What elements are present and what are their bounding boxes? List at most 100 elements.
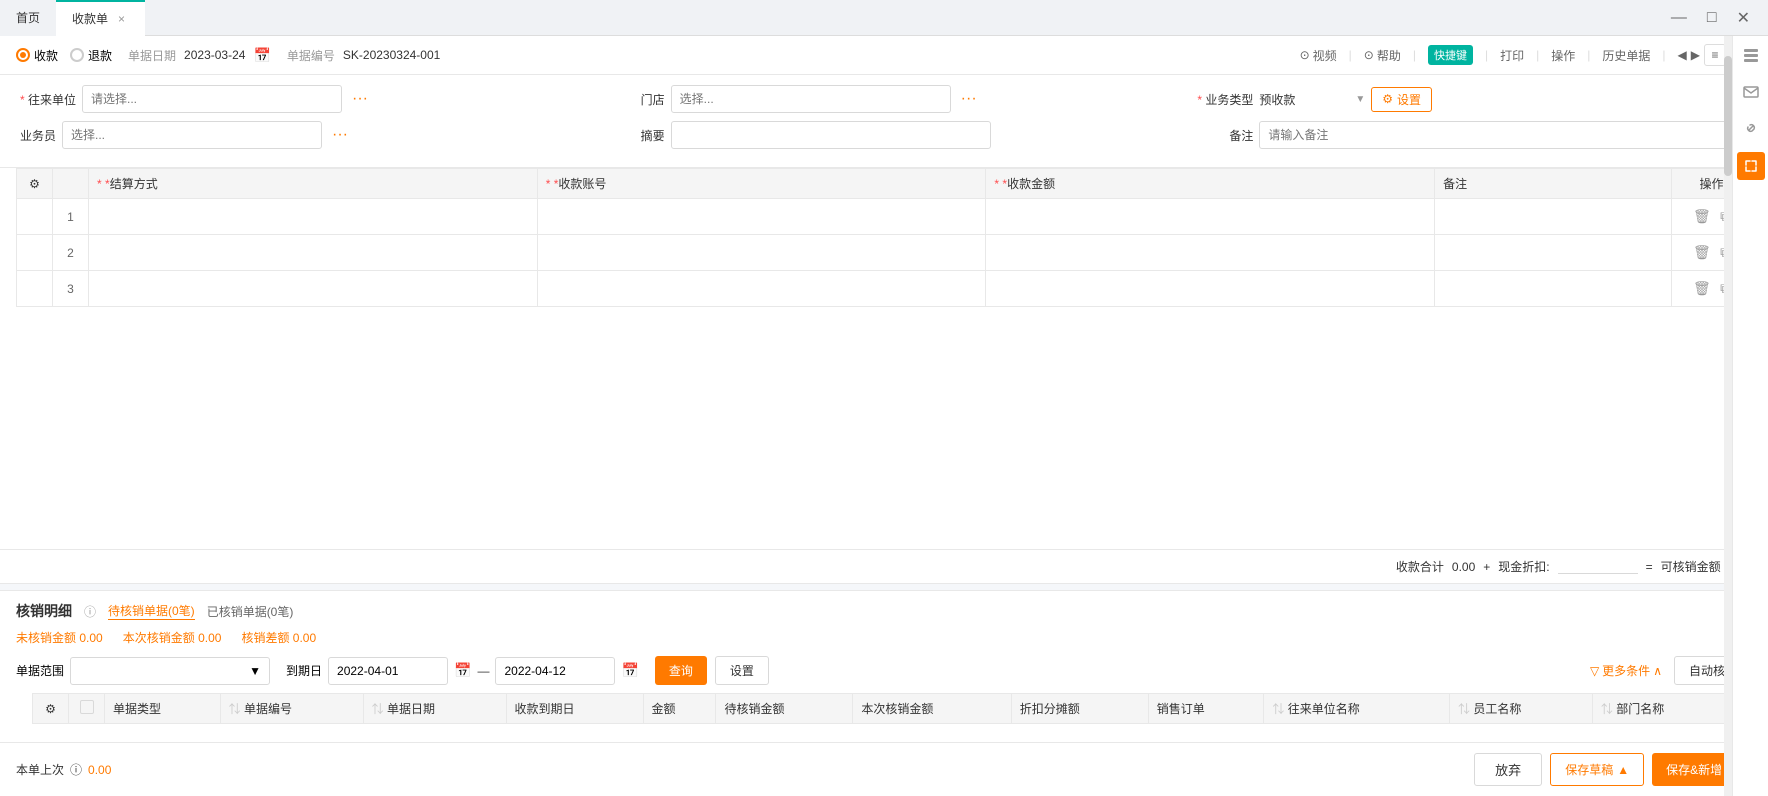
settings-btn-2[interactable]: 设置 — [715, 656, 769, 685]
query-btn[interactable]: 查询 — [655, 656, 707, 685]
scrollbar-thumb[interactable] — [1724, 56, 1732, 176]
business-type-label: 业务类型 — [1193, 91, 1253, 108]
main-table-area: ⚙ *结算方式 *收款账号 *收款金额 备注 操作 1 — [0, 168, 1768, 549]
row-2-empty — [17, 235, 53, 271]
row-1-delete-icon[interactable]: 🗑 — [1693, 208, 1711, 224]
shortcut-btn[interactable]: 快捷键 — [1428, 45, 1473, 65]
bottom-settings-col[interactable]: ⚙ — [33, 694, 69, 724]
row-1-empty — [17, 199, 53, 235]
row-2-delete-icon[interactable]: 🗑 — [1693, 244, 1711, 260]
tab-receipt-label: 收款单 — [72, 1, 108, 37]
table-row: 2 🗑 ⧉ — [17, 235, 1752, 271]
col-pending: 待核销金额 — [716, 694, 853, 724]
sidebar-email-icon[interactable] — [1739, 80, 1763, 104]
business-type-select[interactable]: 预收款 ▼ — [1259, 91, 1365, 108]
sidebar-table-icon[interactable] — [1739, 44, 1763, 68]
date-separator: — — [477, 664, 489, 678]
help-btn[interactable]: ⊙ 帮助 — [1364, 47, 1401, 64]
col-staff: ⇅ 员工名称 — [1449, 694, 1592, 724]
col-checkbox[interactable] — [69, 694, 105, 724]
scrollbar[interactable] — [1724, 36, 1732, 796]
more-conditions-btn[interactable]: ▽ 更多条件 ∧ — [1590, 662, 1662, 679]
row-3-note[interactable] — [1435, 271, 1672, 307]
row-2-note[interactable] — [1435, 235, 1672, 271]
doc-date-calendar-icon[interactable]: 📅 — [253, 47, 270, 64]
row-1-note[interactable] — [1435, 199, 1672, 235]
footer-left: 本单上次 ⓘ 0.00 — [16, 761, 111, 778]
date-from-calendar-icon[interactable]: 📅 — [454, 662, 471, 679]
date-to-input[interactable]: 2022-04-12 — [495, 657, 615, 685]
verify-diff: 核销差额 0.00 — [241, 629, 316, 646]
table-settings-col[interactable]: ⚙ — [17, 169, 53, 199]
info-icon-footer[interactable]: ⓘ — [70, 761, 82, 778]
business-type-field: 业务类型 预收款 ▼ ⚙ 设置 — [1193, 87, 1752, 112]
table-footer: 收款合计 0.00 + 现金折扣: = 可核销金额 0.00 — [0, 549, 1768, 583]
store-more-btn[interactable]: ··· — [957, 90, 981, 108]
total-label: 收款合计 — [1396, 558, 1444, 575]
counterparty-input[interactable] — [82, 85, 342, 113]
maximize-btn[interactable]: □ — [1701, 7, 1723, 29]
row-3-account[interactable] — [537, 271, 986, 307]
col-current: 本次核销金额 — [853, 694, 1011, 724]
col-date: ⇅ 单据日期 — [363, 694, 506, 724]
top-toolbar: 收款 退款 单据日期 2023-03-24 📅 单据编号 SK-20230324… — [0, 36, 1768, 75]
col-amount: *收款金额 — [986, 169, 1435, 199]
sidebar-link-icon[interactable] — [1739, 116, 1763, 140]
close-btn[interactable]: ✕ — [1731, 6, 1756, 30]
row-2-account[interactable] — [537, 235, 986, 271]
history-btn[interactable]: 历史单据 — [1602, 47, 1650, 64]
counterparty-more-btn[interactable]: ··· — [348, 90, 372, 108]
tab-receipt[interactable]: 收款单 × — [56, 0, 145, 36]
radio-refund[interactable]: 退款 — [70, 47, 112, 64]
row-1-settlement[interactable] — [89, 199, 538, 235]
row-2-amount[interactable] — [986, 235, 1435, 271]
row-3-delete-icon[interactable]: 🗑 — [1693, 280, 1711, 296]
col-number: ⇅ 单据编号 — [220, 694, 363, 724]
date-from-input[interactable]: 2022-04-01 — [328, 657, 448, 685]
form-area: 往来单位 ··· 门店 ··· 业务类型 预收款 ▼ ⚙ 设置 — [0, 75, 1768, 168]
prev-btn[interactable]: ◀ — [1678, 44, 1687, 66]
minimize-btn[interactable]: — — [1665, 7, 1693, 29]
table-row: 3 🗑 ⧉ — [17, 271, 1752, 307]
row-3-amount[interactable] — [986, 271, 1435, 307]
operation-btn[interactable]: 操作 — [1551, 47, 1575, 64]
draft-btn[interactable]: 保存草稿 ▲ — [1550, 753, 1644, 786]
row-2-settlement[interactable] — [89, 235, 538, 271]
abandon-btn[interactable]: 放弃 — [1474, 753, 1542, 786]
radio-refund-circle — [70, 48, 84, 62]
col-account: *收款账号 — [537, 169, 986, 199]
pending-tab[interactable]: 待核销单据(0笔) — [108, 602, 195, 620]
select-all-checkbox[interactable] — [80, 700, 94, 714]
row-1-account[interactable] — [537, 199, 986, 235]
doc-date-label: 单据日期 — [128, 47, 176, 64]
note-input[interactable] — [1259, 121, 1752, 149]
range-select[interactable]: ▼ — [70, 657, 270, 685]
date-from-value: 2022-04-01 — [337, 664, 398, 678]
col-sales-order: 销售订单 — [1148, 694, 1264, 724]
verify-info-icon[interactable]: ⓘ — [84, 603, 96, 620]
row-3-settlement[interactable] — [89, 271, 538, 307]
video-btn[interactable]: ⊙ 视频 — [1300, 47, 1337, 64]
staff-input[interactable] — [62, 121, 322, 149]
row-1-amount[interactable] — [986, 199, 1435, 235]
date-to-calendar-icon[interactable]: 📅 — [621, 662, 638, 679]
store-field: 门店 ··· — [605, 85, 1164, 113]
store-input[interactable] — [671, 85, 951, 113]
tab-home[interactable]: 首页 — [0, 0, 56, 36]
sidebar-expand-icon[interactable] — [1737, 152, 1765, 180]
print-btn[interactable]: 打印 — [1500, 47, 1524, 64]
discount-input[interactable] — [1558, 559, 1638, 574]
verify-stats: 未核销金额 0.00 本次核销金额 0.00 核销差额 0.00 — [16, 629, 1752, 646]
radio-receipt[interactable]: 收款 — [16, 47, 58, 64]
summary-input[interactable] — [671, 121, 991, 149]
tab-bar: 首页 收款单 × — □ ✕ — [0, 0, 1768, 36]
tab-close[interactable]: × — [114, 0, 129, 39]
counterparty-label: 往来单位 — [16, 91, 76, 108]
staff-field: 业务员 ··· — [16, 121, 575, 149]
list-view-btn[interactable]: ≡ — [1704, 44, 1726, 66]
business-type-chevron: ▼ — [1355, 94, 1365, 105]
next-btn[interactable]: ▶ — [1691, 44, 1700, 66]
verified-tab[interactable]: 已核销单据(0笔) — [207, 603, 294, 620]
form-settings-btn[interactable]: ⚙ 设置 — [1371, 87, 1432, 112]
staff-more-btn[interactable]: ··· — [328, 126, 352, 144]
